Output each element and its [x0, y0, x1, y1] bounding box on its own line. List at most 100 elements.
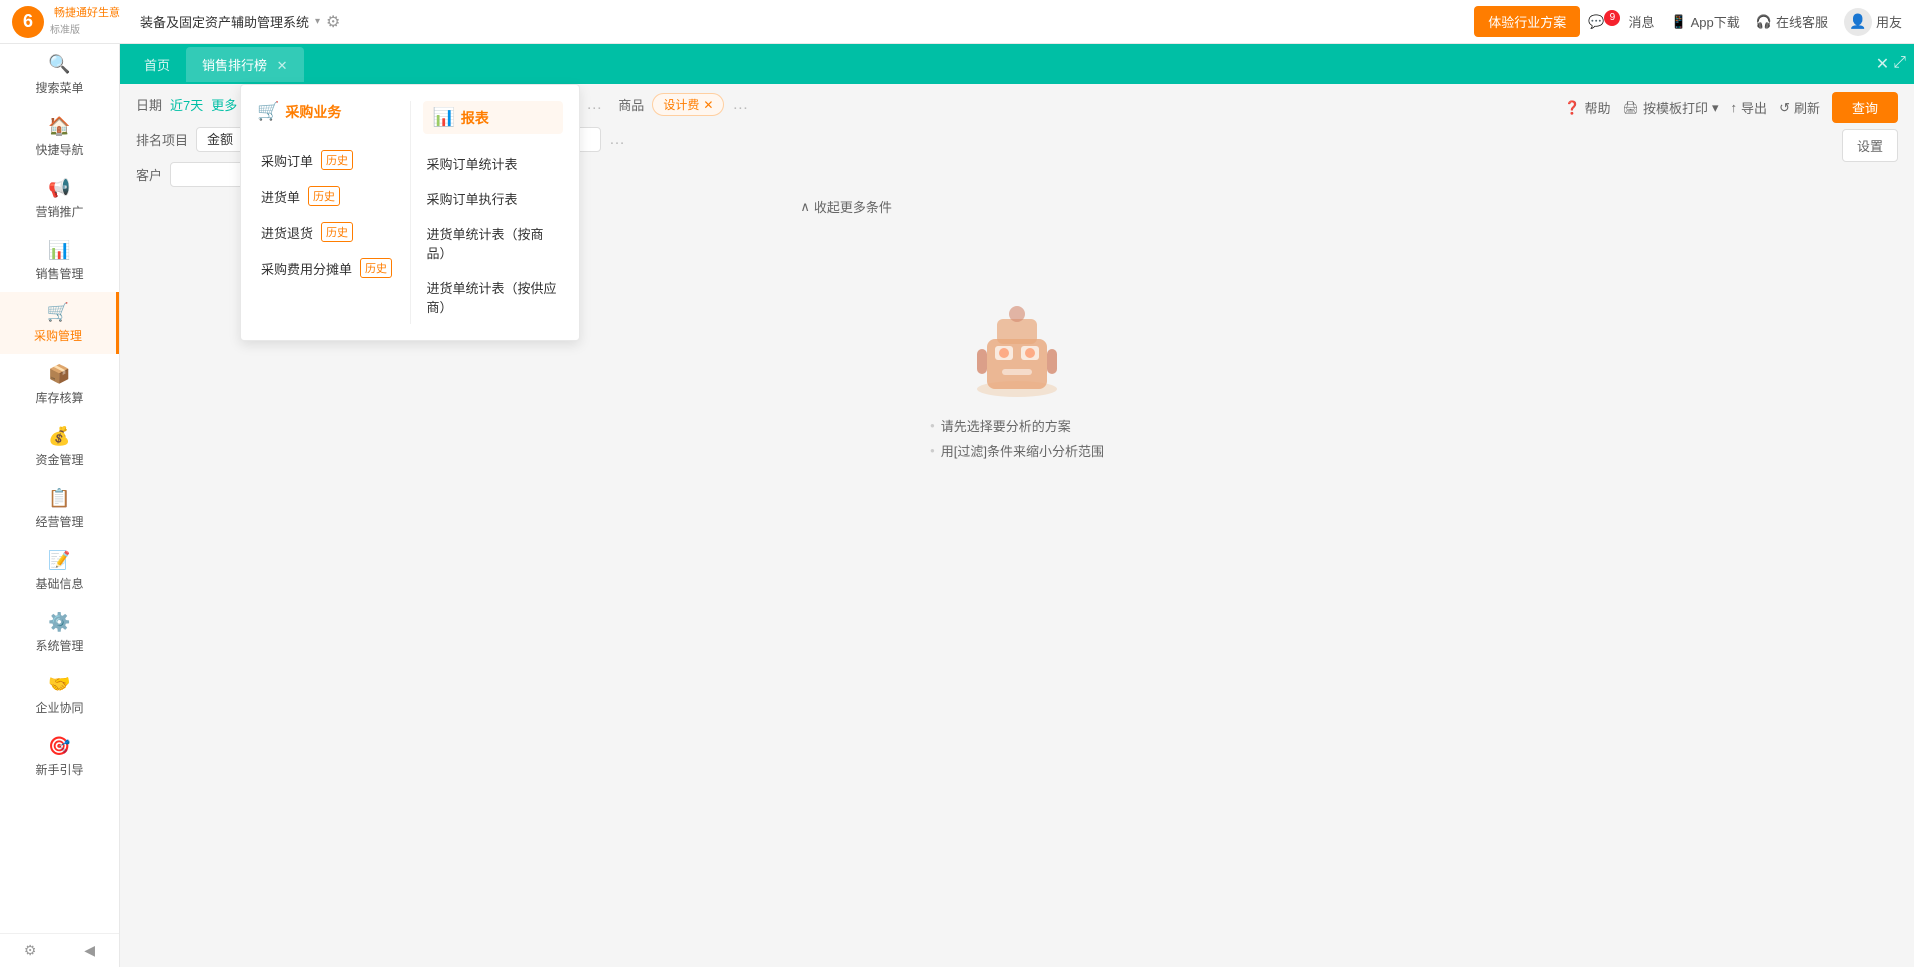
order-status-dots[interactable]: … [586, 96, 602, 114]
marketing-icon: 📢 [48, 178, 70, 199]
purchase-section-icon: 🛒 [257, 101, 279, 122]
avatar: 👤 [1844, 8, 1872, 36]
sidebar: 🔍 搜索菜单 🏠 快捷导航 📢 营销推广 📊 销售管理 🛒 采购管理 📦 [0, 44, 120, 967]
app-download-label: App下载 [1691, 12, 1740, 31]
sidebar-item-cooperation[interactable]: 🤝 企业协同 [0, 664, 119, 726]
print-dropdown-icon[interactable]: ▾ [1712, 100, 1719, 116]
online-service-item[interactable]: 🎧 在线客服 [1756, 12, 1828, 31]
dropdown-item-incoming-stats-supplier[interactable]: 进货单统计表（按供应商） [423, 270, 564, 324]
export-btn[interactable]: ↑ 导出 [1731, 98, 1768, 117]
print-btn[interactable]: 🖨 按模板打印 ▾ [1622, 98, 1718, 117]
sidebar-label-marketing: 营销推广 [35, 203, 83, 220]
sidebar-bottom: ⚙ ◀ [0, 933, 119, 967]
sidebar-item-finance[interactable]: 💰 资金管理 [0, 416, 119, 478]
query-button[interactable]: 查询 [1832, 92, 1898, 123]
user-item[interactable]: 👤 用友 [1844, 8, 1902, 36]
sidebar-label-basic-info: 基础信息 [35, 575, 83, 592]
purchase-section: 🛒 采购业务 采购订单 历史 进货单 历史 [257, 101, 398, 324]
notification-badge: 9 [1604, 10, 1620, 26]
date-7days[interactable]: 近7天 [170, 95, 203, 114]
dropdown-item-expense[interactable]: 采购费用分摊单 历史 [257, 250, 398, 286]
return-label: 进货退货 [261, 223, 313, 242]
sidebar-label-cooperation: 企业协同 [35, 699, 83, 716]
empty-hint-1: 请先选择要分析的方案 [930, 416, 1104, 435]
reports-section-icon: 📊 [433, 107, 455, 128]
reports-section-title: 📊 报表 [423, 101, 564, 134]
sidebar-item-sales[interactable]: 📊 销售管理 [0, 230, 119, 292]
purchase-section-label: 采购业务 [285, 102, 341, 122]
empty-svg [957, 284, 1077, 404]
logo-icon: 6 [12, 6, 44, 38]
order-stats-label: 采购订单统计表 [427, 154, 518, 173]
dropdown-item-incoming-stats-goods[interactable]: 进货单统计表（按商品） [423, 216, 564, 270]
sidebar-item-purchase[interactable]: 🛒 采购管理 [0, 292, 119, 354]
sidebar-item-quick-nav[interactable]: 🏠 快捷导航 [0, 106, 119, 168]
tab-close-icon[interactable]: ✕ [277, 58, 288, 73]
app-download-item[interactable]: 📱 App下载 [1670, 12, 1739, 31]
settings-bottom-icon[interactable]: ⚙ [24, 942, 37, 959]
history-badge-purchase-order[interactable]: 历史 [321, 150, 353, 170]
history-badge-return[interactable]: 历史 [321, 222, 353, 242]
salesperson-dots[interactable]: … [609, 131, 625, 149]
dropdown-item-order-stats[interactable]: 采购订单统计表 [423, 146, 564, 181]
collapse-sidebar-icon[interactable]: ◀ [84, 942, 95, 959]
settings-button[interactable]: 设置 [1842, 129, 1898, 162]
operations-icon: 📋 [48, 488, 70, 509]
reports-section-label: 报表 [461, 108, 489, 128]
dropdown-item-purchase-order[interactable]: 采购订单 历史 [257, 142, 398, 178]
notification-label: 消息 [1628, 12, 1654, 31]
history-badge-expense[interactable]: 历史 [360, 258, 392, 278]
dropdown-item-order-exec[interactable]: 采购订单执行表 [423, 181, 564, 216]
sidebar-label-system: 系统管理 [35, 637, 83, 654]
history-badge-incoming[interactable]: 历史 [308, 186, 340, 206]
gear-icon[interactable]: ⚙ [326, 12, 340, 32]
sidebar-label-guide: 新手引导 [35, 761, 83, 778]
phone-icon: 📱 [1670, 14, 1686, 30]
content-inner: 🛒 采购业务 采购订单 历史 进货单 历史 [120, 84, 1914, 967]
collapse-conditions-btn[interactable]: ∧ 收起更多条件 [800, 197, 892, 216]
sidebar-item-basic-info[interactable]: 📝 基础信息 [0, 540, 119, 602]
online-service-label: 在线客服 [1776, 12, 1828, 31]
dropdown-item-incoming[interactable]: 进货单 历史 [257, 178, 398, 214]
notification-item[interactable]: 💬 9 消息 [1588, 12, 1654, 31]
guide-icon: 🎯 [48, 736, 70, 757]
system-title-area: 装备及固定资产辅助管理系统 ▾ ⚙ [140, 12, 1466, 32]
date-more[interactable]: 更多 [211, 95, 237, 114]
refresh-label: 刷新 [1794, 98, 1820, 117]
refresh-btn[interactable]: ↺ 刷新 [1779, 98, 1820, 117]
cooperation-icon: 🤝 [48, 674, 70, 695]
sidebar-label-operations: 经营管理 [35, 513, 83, 530]
customer-label: 客户 [136, 165, 162, 184]
top-right-actions: 💬 9 消息 📱 App下载 🎧 在线客服 👤 用友 [1588, 8, 1902, 36]
industry-button[interactable]: 体验行业方案 [1474, 6, 1580, 37]
hint2-text: 用[过滤]条件来缩小分析范围 [941, 441, 1104, 460]
tab-home[interactable]: 首页 [128, 47, 186, 82]
inventory-icon: 📦 [48, 364, 70, 385]
tab-close-window-icon[interactable]: ✕ [1876, 54, 1889, 74]
purchase-order-label: 采购订单 [261, 151, 313, 170]
system-icon: ⚙️ [48, 612, 70, 633]
sidebar-item-search[interactable]: 🔍 搜索菜单 [0, 44, 119, 106]
help-btn[interactable]: ❓ 帮助 [1564, 98, 1610, 117]
goods-dots[interactable]: … [732, 96, 748, 114]
sidebar-item-guide[interactable]: 🎯 新手引导 [0, 726, 119, 788]
goods-tag-close-icon[interactable]: ✕ [703, 98, 713, 112]
system-dropdown-arrow[interactable]: ▾ [315, 16, 320, 27]
sales-icon: 📊 [48, 240, 70, 261]
dropdown-sections: 🛒 采购业务 采购订单 历史 进货单 历史 [257, 101, 563, 324]
sidebar-item-marketing[interactable]: 📢 营销推广 [0, 168, 119, 230]
headset-icon: 🎧 [1756, 14, 1772, 30]
dropdown-item-return[interactable]: 进货退货 历史 [257, 214, 398, 250]
tab-maximize-icon[interactable]: ⤢ [1893, 54, 1906, 74]
basic-info-icon: 📝 [48, 550, 70, 571]
tab-sales-rank[interactable]: 销售排行榜 ✕ [186, 47, 304, 82]
empty-hints: 请先选择要分析的方案 用[过滤]条件来缩小分析范围 [930, 416, 1104, 466]
sidebar-item-system[interactable]: ⚙️ 系统管理 [0, 602, 119, 664]
goods-tag-label: 设计费 [663, 96, 699, 113]
sidebar-item-inventory[interactable]: 📦 库存核算 [0, 354, 119, 416]
sidebar-label-purchase: 采购管理 [34, 327, 82, 344]
sidebar-item-operations[interactable]: 📋 经营管理 [0, 478, 119, 540]
order-exec-label: 采购订单执行表 [427, 189, 518, 208]
purchase-dropdown-menu: 🛒 采购业务 采购订单 历史 进货单 历史 [240, 84, 580, 341]
purchase-icon: 🛒 [47, 302, 69, 323]
